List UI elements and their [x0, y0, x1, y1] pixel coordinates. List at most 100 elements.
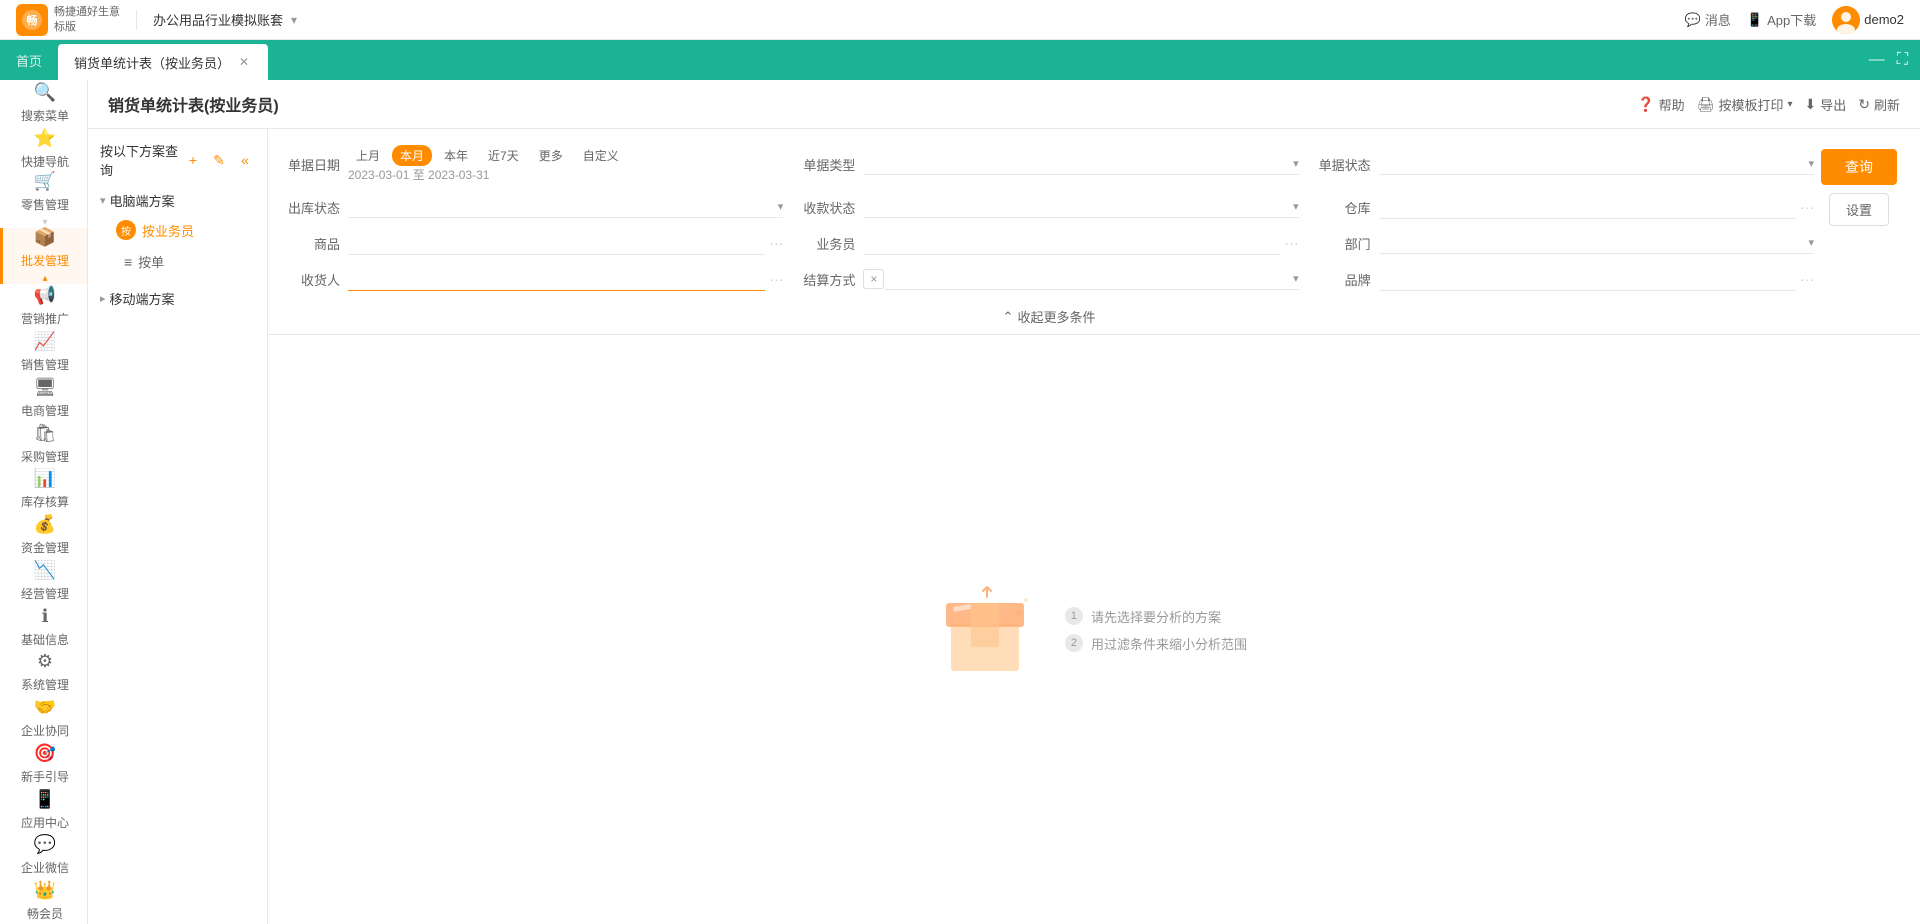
sidebar-item-system[interactable]: ⚙ 系统管理: [0, 650, 87, 696]
svg-text:畅: 畅: [27, 13, 38, 27]
scheme-header-title: 按以下方案查询: [100, 141, 183, 179]
help-button[interactable]: ❓ 帮助: [1637, 95, 1684, 114]
filter-form-wrapper: 单据日期 上月 本月 本年 近7天 更多: [284, 145, 1904, 334]
date-btn-more[interactable]: 更多: [531, 145, 571, 166]
app-download-button[interactable]: 📱 App下载: [1747, 10, 1816, 29]
scheme-group-desktop: ▾ 电脑端方案 按 按业务员 ≡ 按单: [88, 187, 267, 277]
scheme-group-mobile-header[interactable]: ▸ 移动端方案: [88, 285, 267, 312]
doc-status-dropdown[interactable]: ▾: [1379, 153, 1814, 175]
warehouse-label: 仓库: [1315, 198, 1371, 217]
scheme-edit-icon[interactable]: ✎: [209, 150, 229, 170]
sidebar-item-sales[interactable]: 📈 销售管理: [0, 329, 87, 375]
filter-staff: 业务员 ···: [799, 231, 1298, 255]
empty-hint-text-1: 请先选择要分析的方案: [1091, 607, 1221, 626]
message-icon: 💬: [1685, 12, 1701, 28]
tab-minimize-icon[interactable]: —: [1865, 47, 1889, 73]
page-actions: ❓ 帮助 🖨 按模板打印 ▾ ⬇ 导出 ↻ 刷新: [1637, 95, 1900, 126]
sidebar-item-finance[interactable]: 💰 资金管理: [0, 512, 87, 558]
scheme-collapse-icon[interactable]: «: [235, 150, 255, 170]
brand-dots-icon[interactable]: ···: [1800, 271, 1814, 287]
sidebar-item-quick-nav[interactable]: ⭐ 快捷导航: [0, 126, 87, 172]
doc-type-dropdown[interactable]: ▾: [863, 153, 1298, 175]
date-btn-this-year[interactable]: 本年: [436, 145, 476, 166]
date-btn-last-month[interactable]: 上月: [348, 145, 388, 166]
sidebar-item-retail[interactable]: 🛒 零售管理 ▾: [0, 172, 87, 228]
payment-wrap: × ▾: [863, 268, 1298, 290]
scheme-item-by-staff[interactable]: 按 按业务员: [88, 214, 267, 246]
date-range: 2023-03-01 至 2023-03-31: [348, 166, 783, 183]
sidebar-item-ecommerce[interactable]: 🖥 电商管理: [0, 375, 87, 421]
goods-dots-icon[interactable]: ···: [769, 235, 783, 251]
date-btn-custom[interactable]: 自定义: [575, 145, 627, 166]
filter-content-area: 单据日期 上月 本月 本年 近7天 更多: [268, 129, 1920, 924]
payment-tag-x[interactable]: ×: [870, 272, 877, 286]
receiver-dots-icon[interactable]: ···: [769, 271, 783, 287]
vip-icon: 👑: [34, 880, 56, 901]
logo-text: 畅捷通好生意 标版: [54, 5, 120, 34]
payment-dropdown[interactable]: ▾: [884, 268, 1298, 290]
user-area[interactable]: demo2: [1832, 6, 1904, 34]
scheme-sidebar: 按以下方案查询 + ✎ « ▾ 电脑端方案 按: [88, 129, 268, 924]
sidebar-item-marketing[interactable]: 📢 营销推广: [0, 284, 87, 330]
staff-dots-icon[interactable]: ···: [1285, 235, 1299, 251]
sidebar-item-operations[interactable]: 📉 经营管理: [0, 558, 87, 604]
wholesale-label: 批发管理: [21, 252, 69, 269]
date-btn-7days[interactable]: 近7天: [480, 145, 527, 166]
query-button[interactable]: 查询: [1821, 149, 1897, 185]
sidebar-item-wholesale[interactable]: 📦 批发管理 ▴: [0, 228, 87, 284]
staff-input[interactable]: [863, 231, 1280, 255]
ecommerce-label: 电商管理: [21, 402, 69, 419]
refresh-icon: ↻: [1858, 96, 1870, 113]
sidebar-item-enterprise[interactable]: 🤝 企业协同: [0, 695, 87, 741]
sidebar-item-wechat[interactable]: 💬 企业微信: [0, 833, 87, 879]
dept-dropdown[interactable]: ▾: [1379, 232, 1814, 254]
tab-sales-stat[interactable]: 销货单统计表（按业务员） ✕: [58, 44, 268, 80]
page-title: 销货单统计表(按业务员): [108, 92, 279, 128]
goods-wrap: ···: [348, 231, 783, 255]
goods-input[interactable]: [348, 231, 765, 255]
sidebar-item-search-menu[interactable]: 🔍 搜索菜单: [0, 80, 87, 126]
message-button[interactable]: 💬 消息: [1685, 10, 1731, 29]
sidebar-item-onboarding[interactable]: 🎯 新手引导: [0, 741, 87, 787]
refresh-button[interactable]: ↻ 刷新: [1858, 95, 1900, 114]
purchase-icon: 🛍: [34, 423, 57, 444]
out-status-dropdown[interactable]: ▾: [348, 196, 783, 218]
quick-nav-label: 快捷导航: [21, 153, 69, 170]
filter-panel: 单据日期 上月 本月 本年 近7天 更多: [268, 129, 1920, 335]
out-status-label: 出库状态: [284, 198, 340, 217]
app-download-icon: 📱: [1747, 12, 1763, 28]
filter-form: 单据日期 上月 本月 本年 近7天 更多: [284, 145, 1814, 334]
out-status-arrow-icon: ▾: [778, 200, 784, 213]
doc-type-arrow-icon: ▾: [1293, 157, 1299, 170]
top-nav-text[interactable]: 办公用品行业模拟账套: [153, 10, 283, 29]
print-button[interactable]: 🖨 按模板打印 ▾: [1697, 95, 1793, 114]
scheme-sub-item-by-order[interactable]: ≡ 按单: [88, 246, 267, 277]
tab-maximize-icon[interactable]: ⛶: [1893, 47, 1912, 73]
dept-label: 部门: [1315, 234, 1371, 253]
sidebar-item-inventory[interactable]: 📊 库存核算: [0, 467, 87, 513]
collapse-button[interactable]: ⌃ 收起更多条件: [284, 299, 1814, 334]
scheme-group-desktop-header[interactable]: ▾ 电脑端方案: [88, 187, 267, 214]
tab-home[interactable]: 首页: [0, 40, 58, 80]
sidebar-item-app-center[interactable]: 📱 应用中心: [0, 787, 87, 833]
sidebar-item-vip[interactable]: 👑 畅会员: [0, 878, 87, 924]
warehouse-dots-icon[interactable]: ···: [1800, 199, 1814, 215]
print-label: 按模板打印: [1718, 95, 1783, 114]
scheme-sub-item-label: 按单: [138, 252, 164, 271]
warehouse-input[interactable]: [1379, 195, 1796, 219]
tab-close-icon[interactable]: ✕: [236, 54, 252, 70]
scheme-add-icon[interactable]: +: [183, 150, 203, 170]
wholesale-arrow-icon: ▴: [42, 273, 47, 284]
filter-doc-status: 单据状态 ▾: [1315, 145, 1814, 183]
sidebar-item-purchase[interactable]: 🛍 采购管理: [0, 421, 87, 467]
brand-input[interactable]: [1379, 267, 1796, 291]
enterprise-label: 企业协同: [21, 722, 69, 739]
date-btn-this-month[interactable]: 本月: [392, 145, 432, 166]
receiver-input[interactable]: [348, 267, 765, 291]
export-button[interactable]: ⬇ 导出: [1805, 95, 1847, 114]
settings-button[interactable]: 设置: [1829, 193, 1889, 226]
top-nav-arrow-icon[interactable]: ▾: [291, 13, 297, 27]
system-icon: ⚙: [37, 651, 53, 672]
sidebar-item-basic-info[interactable]: ℹ 基础信息: [0, 604, 87, 650]
recv-status-dropdown[interactable]: ▾: [863, 196, 1298, 218]
